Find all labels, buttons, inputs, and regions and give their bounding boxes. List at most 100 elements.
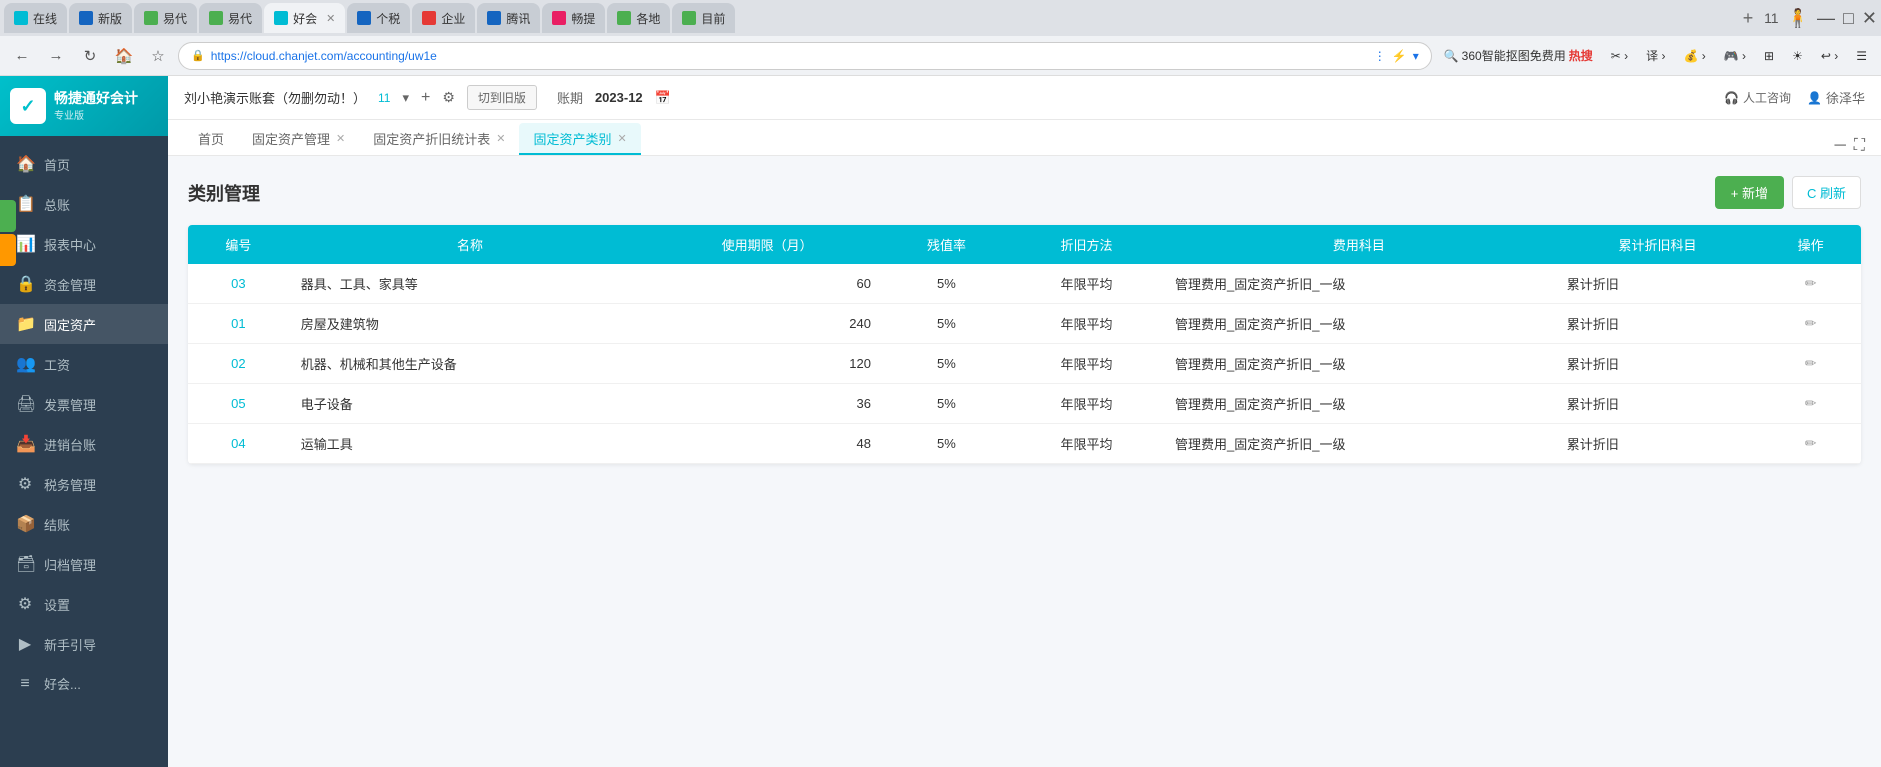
dropdown-icon[interactable]: ▾ (1413, 49, 1419, 63)
add-category-btn[interactable]: + 新增 (1715, 176, 1784, 209)
sidebar-item-fixed-asset[interactable]: 📁 固定资产 (0, 304, 168, 344)
sidebar-item-ledger[interactable]: 📋 总账 (0, 184, 168, 224)
sidebar-item-guide[interactable]: ▶ 新手引导 (0, 624, 168, 664)
page-tab-fixed-asset-category[interactable]: 固定资产类别 ✕ (519, 123, 640, 155)
sidebar-item-settings[interactable]: ⚙ 设置 (0, 584, 168, 624)
edge-btn-2[interactable] (0, 234, 16, 266)
menu-action[interactable]: ☰ (1850, 46, 1873, 66)
page-tab-actions: ─ ⛶ (1834, 137, 1865, 155)
sidebar-item-archive[interactable]: 🗃 归档管理 (0, 544, 168, 584)
page-tab-fixed-asset-depreciation[interactable]: 固定资产折旧统计表 ✕ (359, 123, 519, 155)
browser-settings-icon[interactable]: ⋮ (1374, 49, 1386, 63)
row-edit-btn[interactable]: ✏ (1760, 344, 1861, 384)
edit-icon[interactable]: ✏ (1805, 315, 1817, 331)
row-edit-btn[interactable]: ✏ (1760, 264, 1861, 304)
browser-tab-tab5[interactable]: 好会 ✕ (264, 3, 345, 33)
sidebar-item-close[interactable]: 📦 结账 (0, 504, 168, 544)
reload-button[interactable]: ↻ (76, 42, 104, 70)
tab-count-badge[interactable]: 11 (1764, 10, 1779, 26)
row-method: 年限平均 (1010, 424, 1163, 464)
edit-icon[interactable]: ✏ (1805, 275, 1817, 291)
sidebar-item-home[interactable]: 🏠 首页 (0, 144, 168, 184)
search-bar[interactable]: 🔍 360智能抠图免费用 热搜 (1438, 44, 1599, 67)
bookmark-button[interactable]: ☆ (144, 42, 172, 70)
table-row: 01 房屋及建筑物 240 5% 年限平均 管理费用_固定资产折旧_一级 累计折… (188, 304, 1861, 344)
grid-action[interactable]: ⊞ (1758, 46, 1780, 66)
sidebar-item-inventory[interactable]: 📥 进销台账 (0, 424, 168, 464)
row-expense: 管理费用_固定资产折旧_一级 (1163, 264, 1555, 304)
switch-to-old-btn[interactable]: 切到旧版 (467, 85, 537, 110)
page-tab-close-fixed-asset-mgmt[interactable]: ✕ (336, 132, 345, 145)
home-button[interactable]: 🏠 (110, 42, 138, 70)
sidebar-icon-close: 📦 (16, 514, 34, 534)
address-bar[interactable]: 🔒 https://cloud.chanjet.com/accounting/u… (178, 42, 1432, 70)
sidebar-icon-fixed-asset: 📁 (16, 314, 34, 334)
page-tabs: 首页 固定资产管理 ✕固定资产折旧统计表 ✕固定资产类别 ✕ ─ ⛶ (168, 120, 1881, 156)
page-tab-home[interactable]: 首页 (184, 123, 238, 155)
close-window-icon[interactable]: ✕ (1862, 8, 1877, 29)
sidebar-item-report[interactable]: 📊 报表中心 (0, 224, 168, 264)
settings-icon[interactable]: ⚙ (442, 89, 455, 106)
game-action[interactable]: 🎮 › (1718, 46, 1752, 66)
add-account-btn[interactable]: + (421, 89, 430, 107)
new-tab-button[interactable]: + (1734, 4, 1762, 32)
tab-area-expand[interactable]: ⛶ (1854, 137, 1865, 155)
row-code[interactable]: 02 (188, 344, 289, 384)
row-expense: 管理费用_固定资产折旧_一级 (1163, 344, 1555, 384)
sidebar-icon-settings: ⚙ (16, 594, 34, 614)
page-header: 类别管理 + 新增 C 刷新 (188, 176, 1861, 209)
sidebar-item-invoice[interactable]: 🖨 发票管理 (0, 384, 168, 424)
service-btn[interactable]: 🎧 人工咨询 (1724, 89, 1791, 106)
browser-tab-tab6[interactable]: 个税 (347, 3, 410, 33)
dropdown-arrow[interactable]: ▾ (402, 90, 409, 106)
edit-icon[interactable]: ✏ (1805, 395, 1817, 411)
browser-tab-tab2[interactable]: 新版 (69, 3, 132, 33)
tab-area-minimize[interactable]: ─ (1834, 137, 1845, 155)
lightning-icon[interactable]: ⚡ (1392, 49, 1407, 63)
user-avatar-btn[interactable]: 👤 徐泽华 (1807, 88, 1865, 107)
tab-profile-icon[interactable]: 🧍 (1787, 8, 1809, 29)
browser-tab-tab7[interactable]: 企业 (412, 3, 475, 33)
edge-btn-1[interactable] (0, 200, 16, 232)
undo-action[interactable]: ↩ › (1815, 46, 1844, 66)
minimize-window-icon[interactable]: ― (1817, 8, 1835, 29)
sidebar-item-funds[interactable]: 🔒 资金管理 (0, 264, 168, 304)
wallet-action[interactable]: 💰 › (1677, 46, 1711, 66)
table-header-使用期限（月）: 使用期限（月） (651, 225, 883, 264)
browser-tab-tab4[interactable]: 易代 (199, 3, 262, 33)
edit-icon[interactable]: ✏ (1805, 355, 1817, 371)
row-code[interactable]: 04 (188, 424, 289, 464)
row-edit-btn[interactable]: ✏ (1760, 304, 1861, 344)
row-name: 房屋及建筑物 (289, 304, 652, 344)
browser-tab-tab3[interactable]: 易代 (134, 3, 197, 33)
table-header-累计折旧科目: 累计折旧科目 (1555, 225, 1760, 264)
page-tab-close-fixed-asset-depreciation[interactable]: ✕ (496, 132, 505, 145)
refresh-btn[interactable]: C 刷新 (1792, 176, 1861, 209)
sidebar-item-tax[interactable]: ⚙ 税务管理 (0, 464, 168, 504)
back-button[interactable]: ← (8, 42, 36, 70)
translate-action[interactable]: 译 › (1640, 44, 1671, 67)
scissors-action[interactable]: ✂ › (1605, 46, 1634, 66)
sidebar-item-payroll[interactable]: 👥 工资 (0, 344, 168, 384)
row-edit-btn[interactable]: ✏ (1760, 384, 1861, 424)
maximize-window-icon[interactable]: □ (1843, 8, 1854, 29)
browser-tab-tab9[interactable]: 畅提 (542, 3, 605, 33)
edit-icon[interactable]: ✏ (1805, 435, 1817, 451)
sidebar-item-more[interactable]: ≡ 好会... (0, 664, 168, 703)
sun-action[interactable]: ☀ (1786, 46, 1809, 66)
row-code[interactable]: 01 (188, 304, 289, 344)
row-edit-btn[interactable]: ✏ (1760, 424, 1861, 464)
forward-button[interactable]: → (42, 42, 70, 70)
row-code[interactable]: 05 (188, 384, 289, 424)
calendar-icon[interactable]: 📅 (655, 90, 671, 106)
row-code[interactable]: 03 (188, 264, 289, 304)
browser-tab-tab8[interactable]: 腾讯 (477, 3, 540, 33)
page-tab-close-fixed-asset-category[interactable]: ✕ (618, 132, 627, 145)
app-wrapper: ✓ 畅捷通好会计 专业版 🏠 首页📋 总账📊 报表中心🔒 资金管理📁 固定资产👥… (0, 76, 1881, 767)
browser-tab-tab11[interactable]: 目前 (672, 3, 735, 33)
page-tab-fixed-asset-mgmt[interactable]: 固定资产管理 ✕ (238, 123, 359, 155)
browser-tab-tab10[interactable]: 各地 (607, 3, 670, 33)
browser-toolbar: ← → ↻ 🏠 ☆ 🔒 https://cloud.chanjet.com/ac… (0, 36, 1881, 76)
browser-tab-tab1[interactable]: 在线 (4, 3, 67, 33)
sidebar-logo: ✓ (10, 88, 46, 124)
